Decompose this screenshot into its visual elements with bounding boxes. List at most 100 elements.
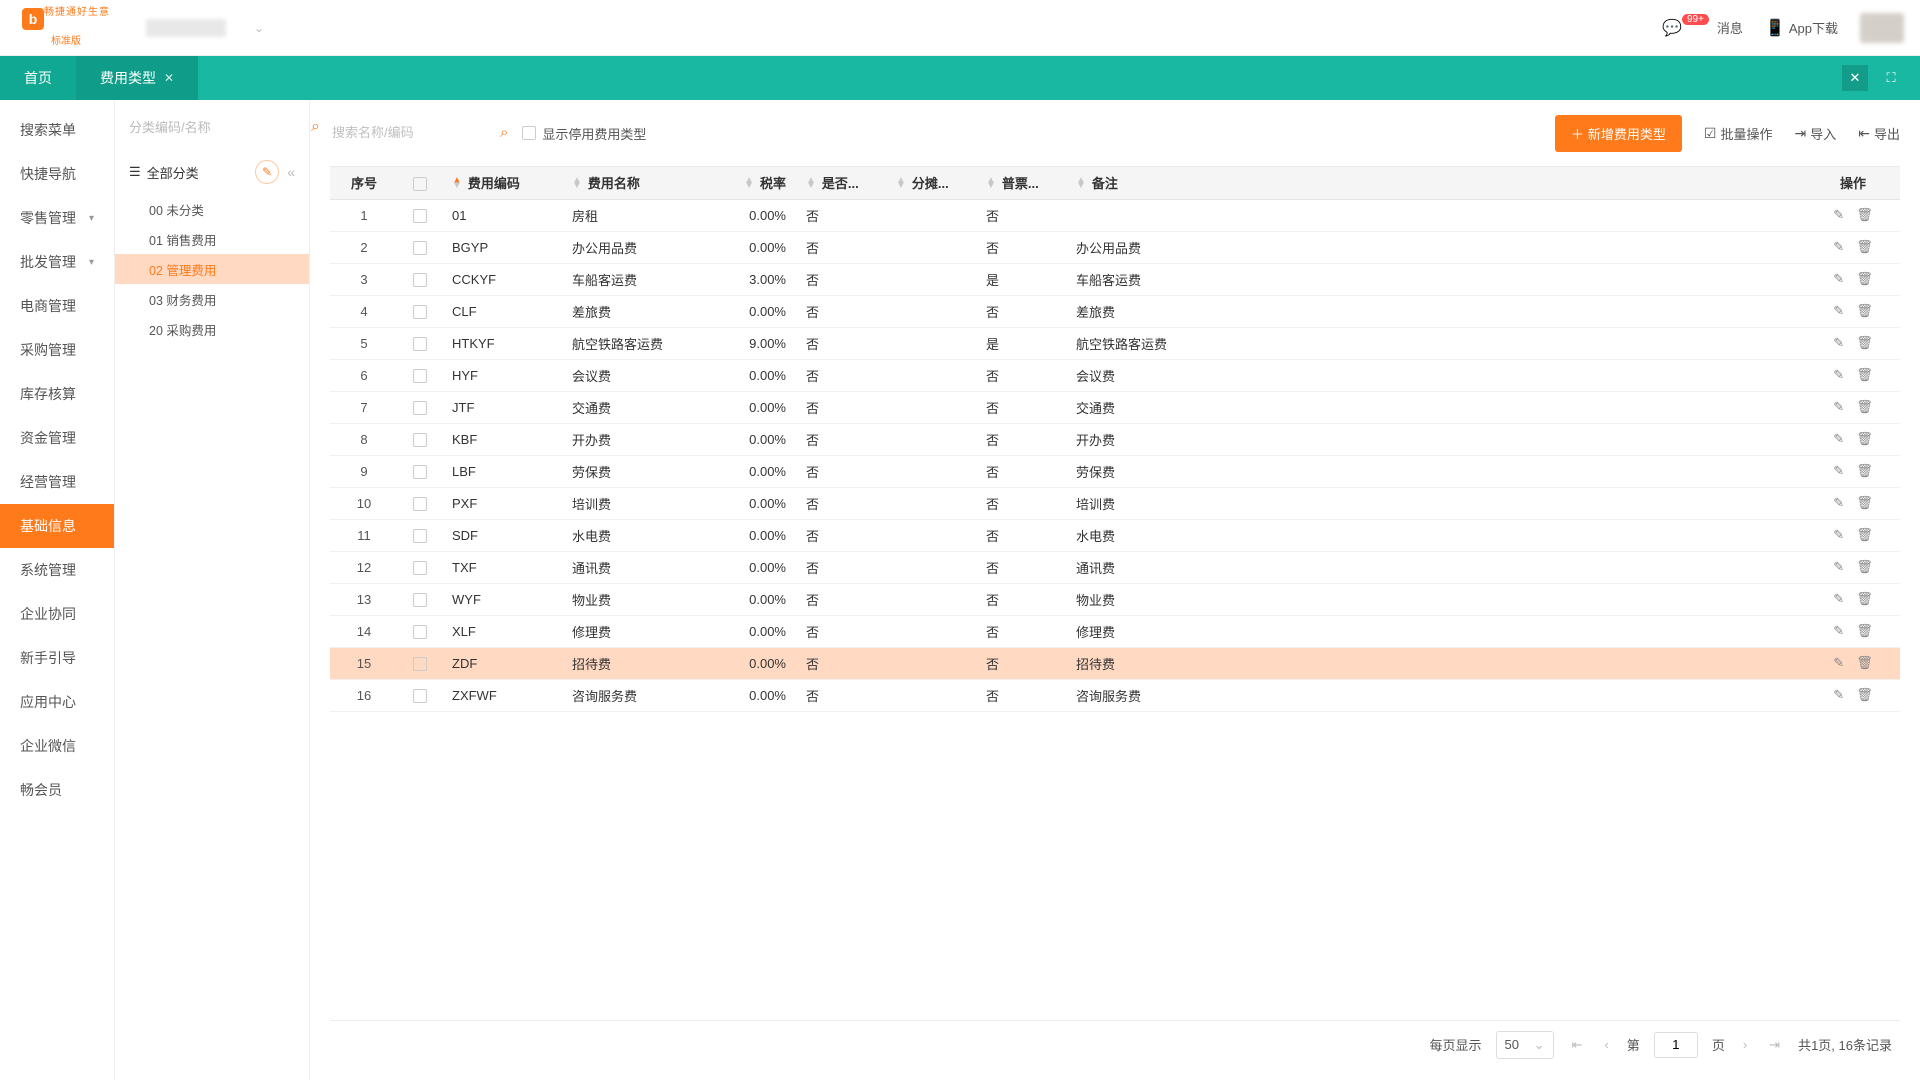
checkbox-icon[interactable] [413,497,427,511]
table-row[interactable]: 13WYF物业费0.00%否否物业费✎🗑 [330,583,1900,615]
th-remark[interactable]: ▲▼备注 [1066,167,1806,199]
cell-checkbox[interactable] [398,423,442,455]
category-edit-button[interactable]: ✎ [255,160,279,184]
cell-checkbox[interactable] [398,615,442,647]
tab-home[interactable]: 首页 [0,56,76,100]
checkbox-icon[interactable] [413,241,427,255]
cell-checkbox[interactable] [398,391,442,423]
th-name[interactable]: ▲▼费用名称 [562,167,712,199]
cell-checkbox[interactable] [398,679,442,711]
nav-item[interactable]: 电商管理 [0,284,114,328]
delete-icon[interactable]: 🗑 [1856,687,1873,703]
page-next-button[interactable]: › [1739,1037,1751,1052]
edit-icon[interactable]: ✎ [1833,495,1844,511]
cell-checkbox[interactable] [398,263,442,295]
category-search-input[interactable] [129,120,305,135]
edit-icon[interactable]: ✎ [1833,431,1844,447]
table-row[interactable]: 7JTF交通费0.00%否否交通费✎🗑 [330,391,1900,423]
delete-icon[interactable]: 🗑 [1856,495,1873,511]
cell-checkbox[interactable] [398,231,442,263]
avatar[interactable] [1860,13,1904,43]
export-button[interactable]: ⇤导出 [1858,124,1900,143]
th-bool3[interactable]: ▲▼普票... [976,167,1066,199]
cell-checkbox[interactable] [398,487,442,519]
category-all[interactable]: ☰ 全部分类 [129,163,199,182]
search-icon[interactable]: ⌕ [500,124,508,141]
fullscreen-icon[interactable]: ⛶ [1878,65,1904,91]
checkbox-icon[interactable] [413,177,427,191]
messages-button[interactable]: 💬 99+ 消息 [1662,18,1743,38]
category-item[interactable]: 02 管理费用 [115,254,309,284]
page-prev-button[interactable]: ‹ [1600,1037,1612,1052]
table-row[interactable]: 8KBF开办费0.00%否否开办费✎🗑 [330,423,1900,455]
table-row[interactable]: 9LBF劳保费0.00%否否劳保费✎🗑 [330,455,1900,487]
checkbox-icon[interactable] [413,529,427,543]
add-fee-type-button[interactable]: ＋ 新增费用类型 [1555,115,1682,152]
delete-icon[interactable]: 🗑 [1856,367,1873,383]
delete-icon[interactable]: 🗑 [1856,335,1873,351]
show-disabled-checkbox[interactable]: 显示停用费用类型 [522,124,646,143]
table-row[interactable]: 14XLF修理费0.00%否否修理费✎🗑 [330,615,1900,647]
category-item[interactable]: 20 采购费用 [115,314,309,344]
page-input[interactable] [1654,1032,1698,1058]
checkbox-icon[interactable] [413,689,427,703]
table-row[interactable]: 11SDF水电费0.00%否否水电费✎🗑 [330,519,1900,551]
edit-icon[interactable]: ✎ [1833,207,1844,223]
nav-item[interactable]: 采购管理 [0,328,114,372]
nav-item[interactable]: 系统管理 [0,548,114,592]
th-bool2[interactable]: ▲▼分摊... [886,167,976,199]
table-row[interactable]: 101房租0.00%否否✎🗑 [330,199,1900,231]
checkbox-icon[interactable] [413,273,427,287]
checkbox-icon[interactable] [413,369,427,383]
close-icon[interactable]: ✕ [164,71,174,85]
nav-item[interactable]: 资金管理 [0,416,114,460]
cell-checkbox[interactable] [398,583,442,615]
edit-icon[interactable]: ✎ [1833,655,1844,671]
page-last-button[interactable]: ⇥ [1765,1037,1784,1053]
th-checkbox[interactable] [398,167,442,199]
nav-item[interactable]: 搜索菜单 [0,108,114,152]
delete-icon[interactable]: 🗑 [1856,303,1873,319]
batch-button[interactable]: ☑批量操作 [1704,124,1773,143]
table-row[interactable]: 2BGYP办公用品费0.00%否否办公用品费✎🗑 [330,231,1900,263]
edit-icon[interactable]: ✎ [1833,527,1844,543]
edit-icon[interactable]: ✎ [1833,271,1844,287]
checkbox-icon[interactable] [413,209,427,223]
edit-icon[interactable]: ✎ [1833,559,1844,575]
delete-icon[interactable]: 🗑 [1856,207,1873,223]
checkbox-icon[interactable] [413,593,427,607]
table-row[interactable]: 16ZXFWF咨询服务费0.00%否否咨询服务费✎🗑 [330,679,1900,711]
nav-item[interactable]: 企业协同 [0,592,114,636]
delete-icon[interactable]: 🗑 [1856,559,1873,575]
table-row[interactable]: 12TXF通讯费0.00%否否通讯费✎🗑 [330,551,1900,583]
nav-item[interactable]: 畅会员 [0,768,114,812]
edit-icon[interactable]: ✎ [1833,303,1844,319]
app-download-button[interactable]: 📱 App下载 [1765,18,1838,38]
cell-checkbox[interactable] [398,295,442,327]
checkbox-icon[interactable] [413,657,427,671]
org-switcher[interactable]: ⌄ [146,19,264,37]
edit-icon[interactable]: ✎ [1833,239,1844,255]
edit-icon[interactable]: ✎ [1833,335,1844,351]
delete-icon[interactable]: 🗑 [1856,431,1873,447]
category-item[interactable]: 03 财务费用 [115,284,309,314]
edit-icon[interactable]: ✎ [1833,399,1844,415]
th-code[interactable]: ▲▼费用编码 [442,167,562,199]
delete-icon[interactable]: 🗑 [1856,527,1873,543]
table-row[interactable]: 4CLF差旅费0.00%否否差旅费✎🗑 [330,295,1900,327]
delete-icon[interactable]: 🗑 [1856,623,1873,639]
table-row[interactable]: 15ZDF招待费0.00%否否招待费✎🗑 [330,647,1900,679]
edit-icon[interactable]: ✎ [1833,623,1844,639]
nav-item[interactable]: 企业微信 [0,724,114,768]
tab-fee-type[interactable]: 费用类型 ✕ [76,56,198,100]
cell-checkbox[interactable] [398,199,442,231]
cell-checkbox[interactable] [398,327,442,359]
category-item[interactable]: 00 未分类 [115,194,309,224]
nav-item[interactable]: 基础信息 [0,504,114,548]
table-row[interactable]: 6HYF会议费0.00%否否会议费✎🗑 [330,359,1900,391]
edit-icon[interactable]: ✎ [1833,591,1844,607]
nav-item[interactable]: 经营管理 [0,460,114,504]
table-search-input[interactable] [330,119,500,146]
table-row[interactable]: 3CCKYF车船客运费3.00%否是车船客运费✎🗑 [330,263,1900,295]
page-first-button[interactable]: ⇤ [1568,1037,1587,1053]
